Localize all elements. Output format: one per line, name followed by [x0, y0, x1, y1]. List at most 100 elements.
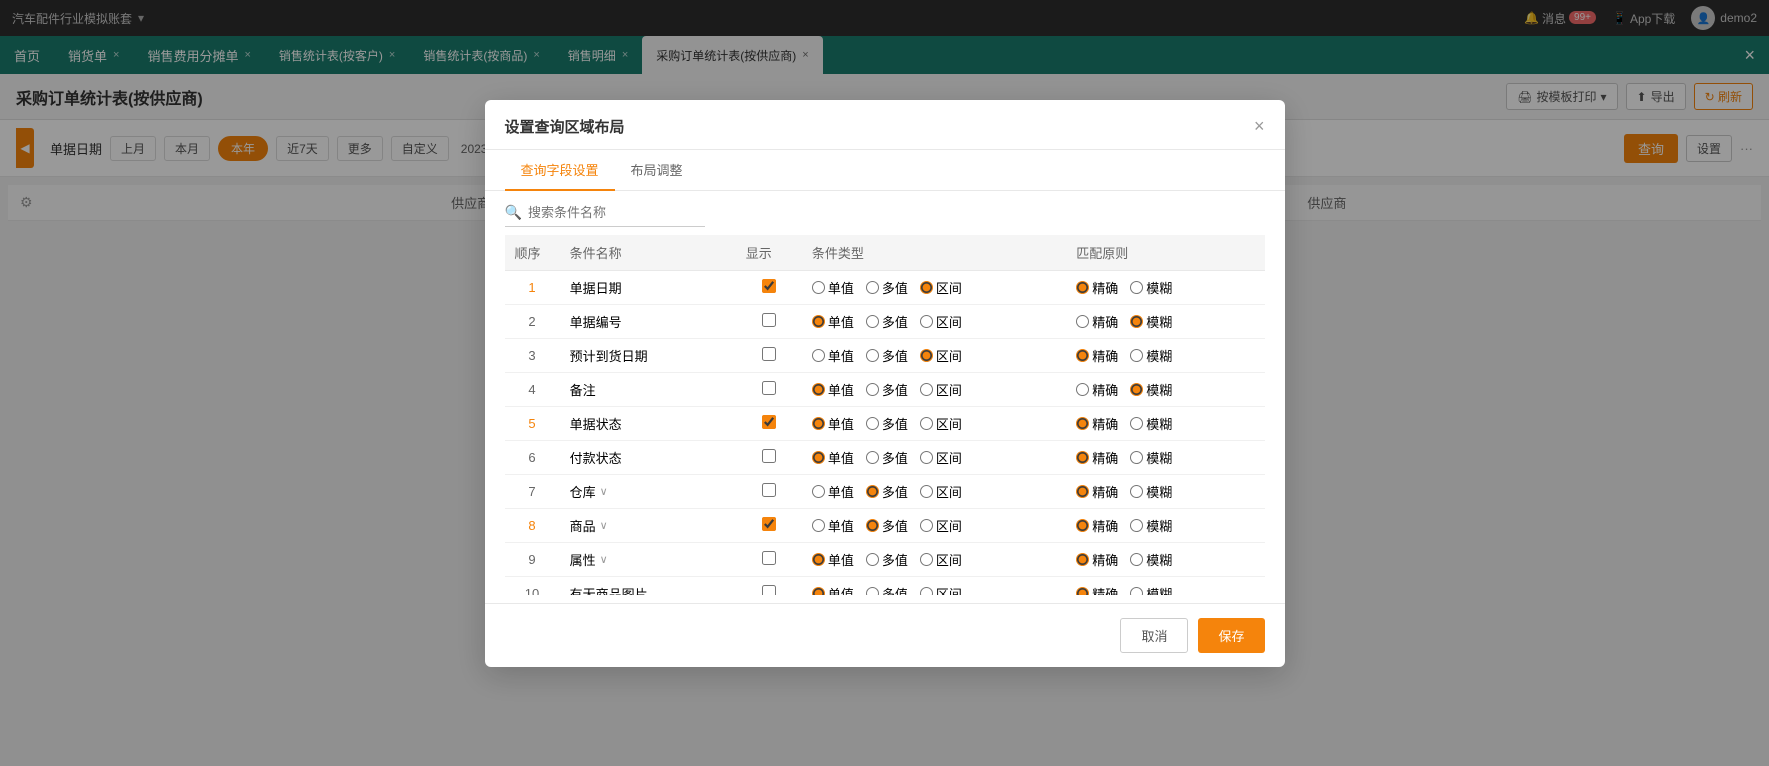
row-match-3: 精确 模糊: [1066, 338, 1264, 372]
type-multi-9[interactable]: 多值: [866, 550, 908, 569]
display-check-3[interactable]: [762, 349, 776, 364]
match-exact-5[interactable]: 精确: [1076, 414, 1118, 433]
match-fuzzy-5[interactable]: 模糊: [1130, 414, 1172, 433]
match-exact-1[interactable]: 精确: [1076, 278, 1118, 297]
tab-layout-adjust[interactable]: 布局调整: [615, 150, 699, 191]
type-single-7[interactable]: 单值: [812, 482, 854, 501]
match-fuzzy-4[interactable]: 模糊: [1130, 380, 1172, 399]
display-check-6[interactable]: [762, 451, 776, 466]
match-exact-9[interactable]: 精确: [1076, 550, 1118, 569]
display-check-5[interactable]: [762, 417, 776, 432]
display-check-4[interactable]: [762, 383, 776, 398]
type-single-1[interactable]: 单值: [812, 278, 854, 297]
row-name-6: 付款状态: [560, 440, 736, 474]
type-multi-4[interactable]: 多值: [866, 380, 908, 399]
table-row: 4 备注 单值 多值 区间: [505, 372, 1265, 406]
modal-close-btn[interactable]: ×: [1254, 117, 1265, 135]
type-range-7[interactable]: 区间: [920, 482, 962, 501]
type-single-2[interactable]: 单值: [812, 312, 854, 331]
table-row: 7 仓库 ∨: [505, 474, 1265, 508]
row-display-5: [736, 406, 802, 440]
type-range-8[interactable]: 区间: [920, 516, 962, 535]
table-row: 6 付款状态 单值 多值 区间: [505, 440, 1265, 474]
match-group-8: 精确 模糊: [1076, 516, 1254, 535]
type-group-1: 单值 多值 区间: [812, 278, 1056, 297]
match-fuzzy-7[interactable]: 模糊: [1130, 482, 1172, 501]
type-group-5: 单值 多值 区间: [812, 414, 1056, 433]
display-check-8[interactable]: [762, 519, 776, 534]
type-multi-6[interactable]: 多值: [866, 448, 908, 467]
modal-tabs: 查询字段设置 布局调整: [485, 150, 1285, 191]
match-exact-10[interactable]: 精确: [1076, 584, 1118, 595]
match-fuzzy-2[interactable]: 模糊: [1130, 312, 1172, 331]
type-range-9[interactable]: 区间: [920, 550, 962, 569]
table-row: 3 预计到货日期 单值 多值 区间: [505, 338, 1265, 372]
chevron-down-icon-7: ∨: [600, 485, 608, 498]
row-type-7: 单值 多值 区间: [802, 474, 1066, 508]
type-group-2: 单值 多值 区间: [812, 312, 1056, 331]
save-btn[interactable]: 保存: [1198, 618, 1264, 653]
table-header: 顺序 条件名称 显示 条件类型 匹配原则: [505, 235, 1265, 271]
type-single-5[interactable]: 单值: [812, 414, 854, 433]
type-multi-2[interactable]: 多值: [866, 312, 908, 331]
match-exact-4[interactable]: 精确: [1076, 380, 1118, 399]
row-display-9: [736, 542, 802, 576]
display-check-1[interactable]: [762, 281, 776, 296]
type-multi-7[interactable]: 多值: [866, 482, 908, 501]
row-order-4: 4: [505, 372, 560, 406]
match-fuzzy-3[interactable]: 模糊: [1130, 346, 1172, 365]
search-input[interactable]: [522, 203, 710, 222]
name-with-dropdown-9: 属性 ∨: [570, 550, 726, 569]
display-check-2[interactable]: [762, 315, 776, 330]
type-multi-8[interactable]: 多值: [866, 516, 908, 535]
type-single-3[interactable]: 单值: [812, 346, 854, 365]
display-check-7[interactable]: [762, 485, 776, 500]
type-multi-1[interactable]: 多值: [866, 278, 908, 297]
cancel-btn[interactable]: 取消: [1120, 618, 1188, 653]
type-multi-3[interactable]: 多值: [866, 346, 908, 365]
type-range-4[interactable]: 区间: [920, 380, 962, 399]
table-row: 2 单据编号 单值 多值 区间: [505, 304, 1265, 338]
display-check-9[interactable]: [762, 553, 776, 568]
match-exact-2[interactable]: 精确: [1076, 312, 1118, 331]
match-fuzzy-8[interactable]: 模糊: [1130, 516, 1172, 535]
type-range-3[interactable]: 区间: [920, 346, 962, 365]
modal-footer: 取消 保存: [485, 603, 1285, 667]
type-group-10: 单值 多值 区间: [812, 584, 1056, 595]
display-check-10[interactable]: [762, 587, 776, 595]
tab-query-fields[interactable]: 查询字段设置: [505, 150, 615, 191]
row-type-2: 单值 多值 区间: [802, 304, 1066, 338]
table-row: 8 商品 ∨: [505, 508, 1265, 542]
th-type: 条件类型: [802, 235, 1066, 271]
match-fuzzy-6[interactable]: 模糊: [1130, 448, 1172, 467]
type-range-5[interactable]: 区间: [920, 414, 962, 433]
type-range-6[interactable]: 区间: [920, 448, 962, 467]
type-range-1[interactable]: 区间: [920, 278, 962, 297]
type-single-9[interactable]: 单值: [812, 550, 854, 569]
match-exact-8[interactable]: 精确: [1076, 516, 1118, 535]
row-match-1: 精确 模糊: [1066, 270, 1264, 304]
type-single-4[interactable]: 单值: [812, 380, 854, 399]
row-type-1: 单值 多值 区间: [802, 270, 1066, 304]
row-match-9: 精确 模糊: [1066, 542, 1264, 576]
row-type-5: 单值 多值 区间: [802, 406, 1066, 440]
type-single-6[interactable]: 单值: [812, 448, 854, 467]
type-single-10[interactable]: 单值: [812, 584, 854, 595]
match-fuzzy-1[interactable]: 模糊: [1130, 278, 1172, 297]
type-multi-10[interactable]: 多值: [866, 584, 908, 595]
match-fuzzy-9[interactable]: 模糊: [1130, 550, 1172, 569]
tab-layout-adjust-label: 布局调整: [631, 163, 683, 178]
type-range-2[interactable]: 区间: [920, 312, 962, 331]
row-display-2: [736, 304, 802, 338]
type-single-8[interactable]: 单值: [812, 516, 854, 535]
type-multi-5[interactable]: 多值: [866, 414, 908, 433]
type-range-10[interactable]: 区间: [920, 584, 962, 595]
chevron-down-icon-8: ∨: [600, 519, 608, 532]
table-scroll-area[interactable]: 顺序 条件名称 显示 条件类型 匹配原则 1 单据日期: [505, 235, 1265, 595]
match-exact-6[interactable]: 精确: [1076, 448, 1118, 467]
match-exact-7[interactable]: 精确: [1076, 482, 1118, 501]
row-order-10: 10: [505, 576, 560, 595]
match-exact-3[interactable]: 精确: [1076, 346, 1118, 365]
match-fuzzy-10[interactable]: 模糊: [1130, 584, 1172, 595]
row-order-6: 6: [505, 440, 560, 474]
